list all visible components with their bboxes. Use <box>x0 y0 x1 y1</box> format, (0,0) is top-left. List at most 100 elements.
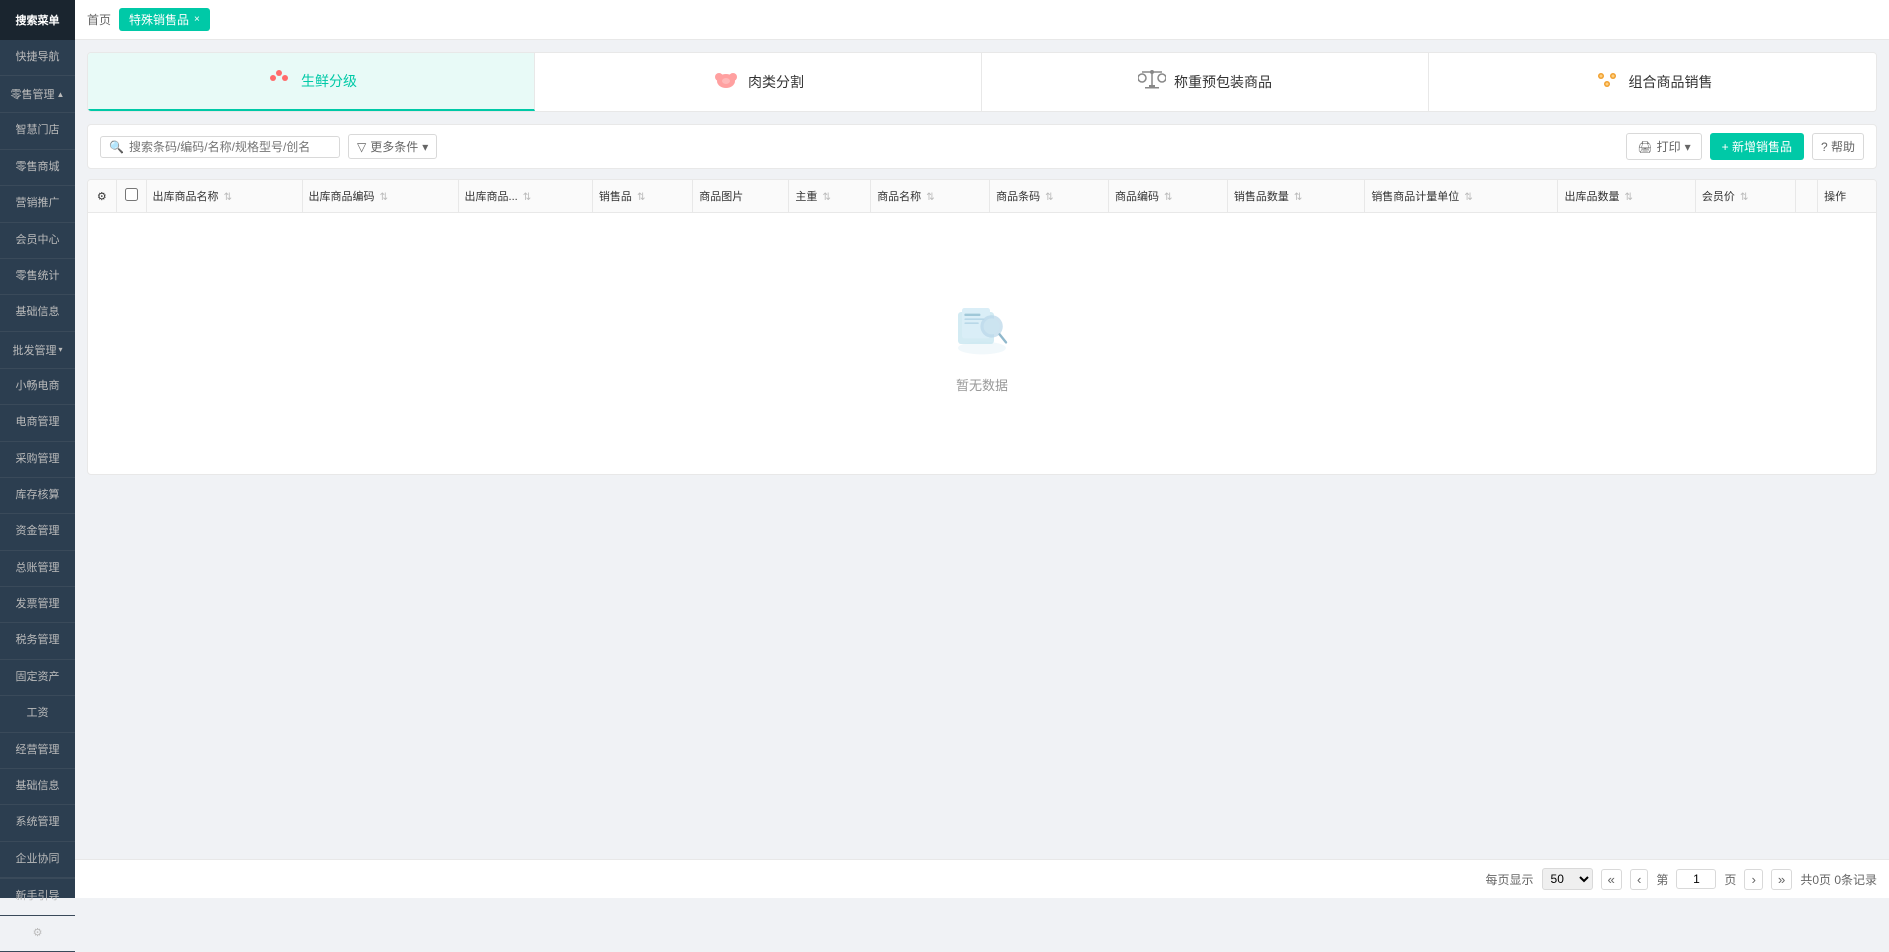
per-page-select[interactable]: 50 10 20 100 <box>1542 868 1593 890</box>
total-label: 共0页 0条记录 <box>1800 871 1877 888</box>
sidebar-item-quick-nav[interactable]: 快捷导航 <box>0 40 75 76</box>
cat-tab-weigh-pack[interactable]: 称重预包装商品 <box>982 53 1429 111</box>
page-content: 生鲜分级 肉类分割 <box>75 40 1889 859</box>
topbar-home[interactable]: 首页 <box>87 11 111 28</box>
col-sale-qty[interactable]: 销售品数量 ⇅ <box>1227 180 1364 213</box>
sidebar-item-fixed-assets[interactable]: 固定资产 <box>0 660 75 696</box>
sort-icon-item-name: ⇅ <box>926 192 934 203</box>
sort-icon-sale-unit: ⇅ <box>1464 192 1472 203</box>
col-item-img: 商品图片 <box>693 180 789 213</box>
search-input[interactable] <box>129 140 331 154</box>
sidebar-item-purchase-mgmt[interactable]: 采购管理 <box>0 442 75 478</box>
prev-page-button[interactable]: ‹ <box>1630 869 1648 890</box>
sidebar-item-general-ledger[interactable]: 总账管理 <box>0 551 75 587</box>
weigh-pack-icon <box>1138 68 1166 96</box>
sidebar-item-tax-mgmt[interactable]: 税务管理 <box>0 623 75 659</box>
topbar-tab-close[interactable]: × <box>194 14 200 25</box>
sidebar-item-sales-promo[interactable]: 营销推广 <box>0 186 75 222</box>
empty-state-icon <box>942 293 1022 363</box>
help-label: 帮助 <box>1831 140 1855 154</box>
sidebar-item-basic-info[interactable]: 基础信息 <box>0 295 75 331</box>
col-out-name[interactable]: 出库商品名称 ⇅ <box>146 180 302 213</box>
col-member-price[interactable]: 会员价 ⇅ <box>1695 180 1795 213</box>
sort-icon-item-barcode: ⇅ <box>1045 192 1053 203</box>
col-sale-unit[interactable]: 销售商品计量单位 ⇅ <box>1365 180 1558 213</box>
sidebar-logo[interactable]: 搜索菜单 <box>0 0 75 40</box>
meat-split-icon <box>712 68 740 96</box>
sort-icon-sale-item: ⇅ <box>637 192 645 203</box>
cat-tab-weigh-pack-label: 称重预包装商品 <box>1174 72 1272 92</box>
pagination: 每页显示 50 10 20 100 « ‹ 第 页 › » 共0页 0条记录 <box>75 859 1889 898</box>
table-body: 暂无数据 <box>88 213 1876 475</box>
sidebar-item-finance-mgmt[interactable]: 资金管理 <box>0 514 75 550</box>
print-button[interactable]: 🖨 打印 ▾ <box>1626 133 1701 160</box>
sort-icon-member-price: ⇅ <box>1740 192 1748 203</box>
filter-label: 更多条件 <box>370 138 418 155</box>
last-page-button[interactable]: » <box>1771 869 1792 890</box>
sidebar-item-mini-ecom[interactable]: 小畅电商 <box>0 369 75 405</box>
print-arrow-icon: ▾ <box>1685 140 1691 154</box>
sidebar-item-basic-info2[interactable]: 基础信息 <box>0 769 75 805</box>
sort-icon-out-qty: ⇅ <box>1625 192 1633 203</box>
sort-icon-out-name: ⇅ <box>224 192 232 203</box>
sort-icon-item-code: ⇅ <box>1164 192 1172 203</box>
col-out-qty[interactable]: 出库品数量 ⇅ <box>1558 180 1695 213</box>
cat-tab-combo-sales[interactable]: 组合商品销售 <box>1429 53 1876 111</box>
sort-icon-out-spec: ⇅ <box>523 192 531 203</box>
table-header-row: ⚙ 出库商品名称 ⇅ 出库商品编码 ⇅ 出库商品 <box>88 180 1876 213</box>
col-checkbox[interactable] <box>116 180 146 213</box>
cat-tab-fresh-grade[interactable]: 生鲜分级 <box>88 53 535 111</box>
first-page-button[interactable]: « <box>1601 869 1622 890</box>
sort-icon-sale-qty: ⇅ <box>1294 192 1302 203</box>
sidebar-item-ecom-mgmt[interactable]: 电商管理 <box>0 405 75 441</box>
topbar-current-tab[interactable]: 特殊销售品 × <box>119 8 210 31</box>
col-item-code[interactable]: 商品编码 ⇅ <box>1108 180 1227 213</box>
col-settings[interactable]: ⚙ <box>88 180 116 213</box>
print-icon: 🖨 <box>1637 140 1652 154</box>
col-action: 操作 <box>1818 180 1876 213</box>
sidebar-item-retail-mall[interactable]: 零售商城 <box>0 150 75 186</box>
main-content: 首页 特殊销售品 × 生鲜分级 <box>75 0 1889 898</box>
sidebar-bottom: 新手引导 ⚙ <box>0 878 75 952</box>
add-sale-item-button[interactable]: + 新增销售品 <box>1710 133 1804 160</box>
cat-tab-combo-sales-label: 组合商品销售 <box>1629 72 1713 92</box>
toolbar-right: 🖨 打印 ▾ + 新增销售品 ? 帮助 <box>1626 133 1864 160</box>
help-icon: ? <box>1821 140 1828 154</box>
empty-text: 暂无数据 <box>956 375 1008 394</box>
select-all-checkbox[interactable] <box>125 188 138 201</box>
empty-row: 暂无数据 <box>88 213 1876 475</box>
sidebar-item-smart-store[interactable]: 智慧门店 <box>0 113 75 149</box>
filter-button[interactable]: ▽ 更多条件 ▾ <box>348 134 437 159</box>
col-item-name[interactable]: 商品名称 ⇅ <box>871 180 990 213</box>
sidebar-item-sys-mgmt[interactable]: 系统管理 <box>0 805 75 841</box>
sidebar-item-invoice-mgmt[interactable]: 发票管理 <box>0 587 75 623</box>
sidebar-item-retail-mgmt[interactable]: 零售管理 ▲ <box>0 76 75 113</box>
col-weight[interactable]: 主重 ⇅ <box>789 180 871 213</box>
sidebar: 搜索菜单 快捷导航 零售管理 ▲ 智慧门店 零售商城 营销推广 会员中心 零售统… <box>0 0 75 898</box>
col-sale-item[interactable]: 销售品 ⇅ <box>592 180 692 213</box>
category-tabs: 生鲜分级 肉类分割 <box>87 52 1877 112</box>
sort-icon-out-code: ⇅ <box>380 192 388 203</box>
search-icon: 🔍 <box>109 140 124 154</box>
wholesale-mgmt-arrow: ▾ <box>58 345 62 354</box>
sidebar-item-salary[interactable]: 工资 <box>0 696 75 732</box>
sidebar-item-ops-mgmt[interactable]: 经营管理 <box>0 733 75 769</box>
page-number-input[interactable] <box>1676 869 1716 889</box>
search-box[interactable]: 🔍 <box>100 136 340 158</box>
sidebar-item-settings[interactable]: ⚙ <box>0 916 75 952</box>
col-out-code[interactable]: 出库商品编码 ⇅ <box>302 180 458 213</box>
col-item-barcode[interactable]: 商品条码 ⇅ <box>990 180 1109 213</box>
sidebar-item-company-agreement[interactable]: 企业协同 <box>0 842 75 878</box>
sidebar-item-wholesale-mgmt[interactable]: 批发管理 ▾ <box>0 332 75 369</box>
page-prefix-label: 第 <box>1656 871 1668 888</box>
next-page-button[interactable]: › <box>1744 869 1762 890</box>
sidebar-item-retail-stats[interactable]: 零售统计 <box>0 259 75 295</box>
combo-sales-icon <box>1593 68 1621 96</box>
sidebar-item-inventory[interactable]: 库存核算 <box>0 478 75 514</box>
sidebar-item-member-center[interactable]: 会员中心 <box>0 223 75 259</box>
sidebar-item-new-guide[interactable]: 新手引导 <box>0 879 75 915</box>
filter-arrow-icon: ▾ <box>422 140 428 154</box>
cat-tab-meat-split[interactable]: 肉类分割 <box>535 53 982 111</box>
help-button[interactable]: ? 帮助 <box>1812 133 1864 160</box>
col-out-spec[interactable]: 出库商品... ⇅ <box>458 180 592 213</box>
